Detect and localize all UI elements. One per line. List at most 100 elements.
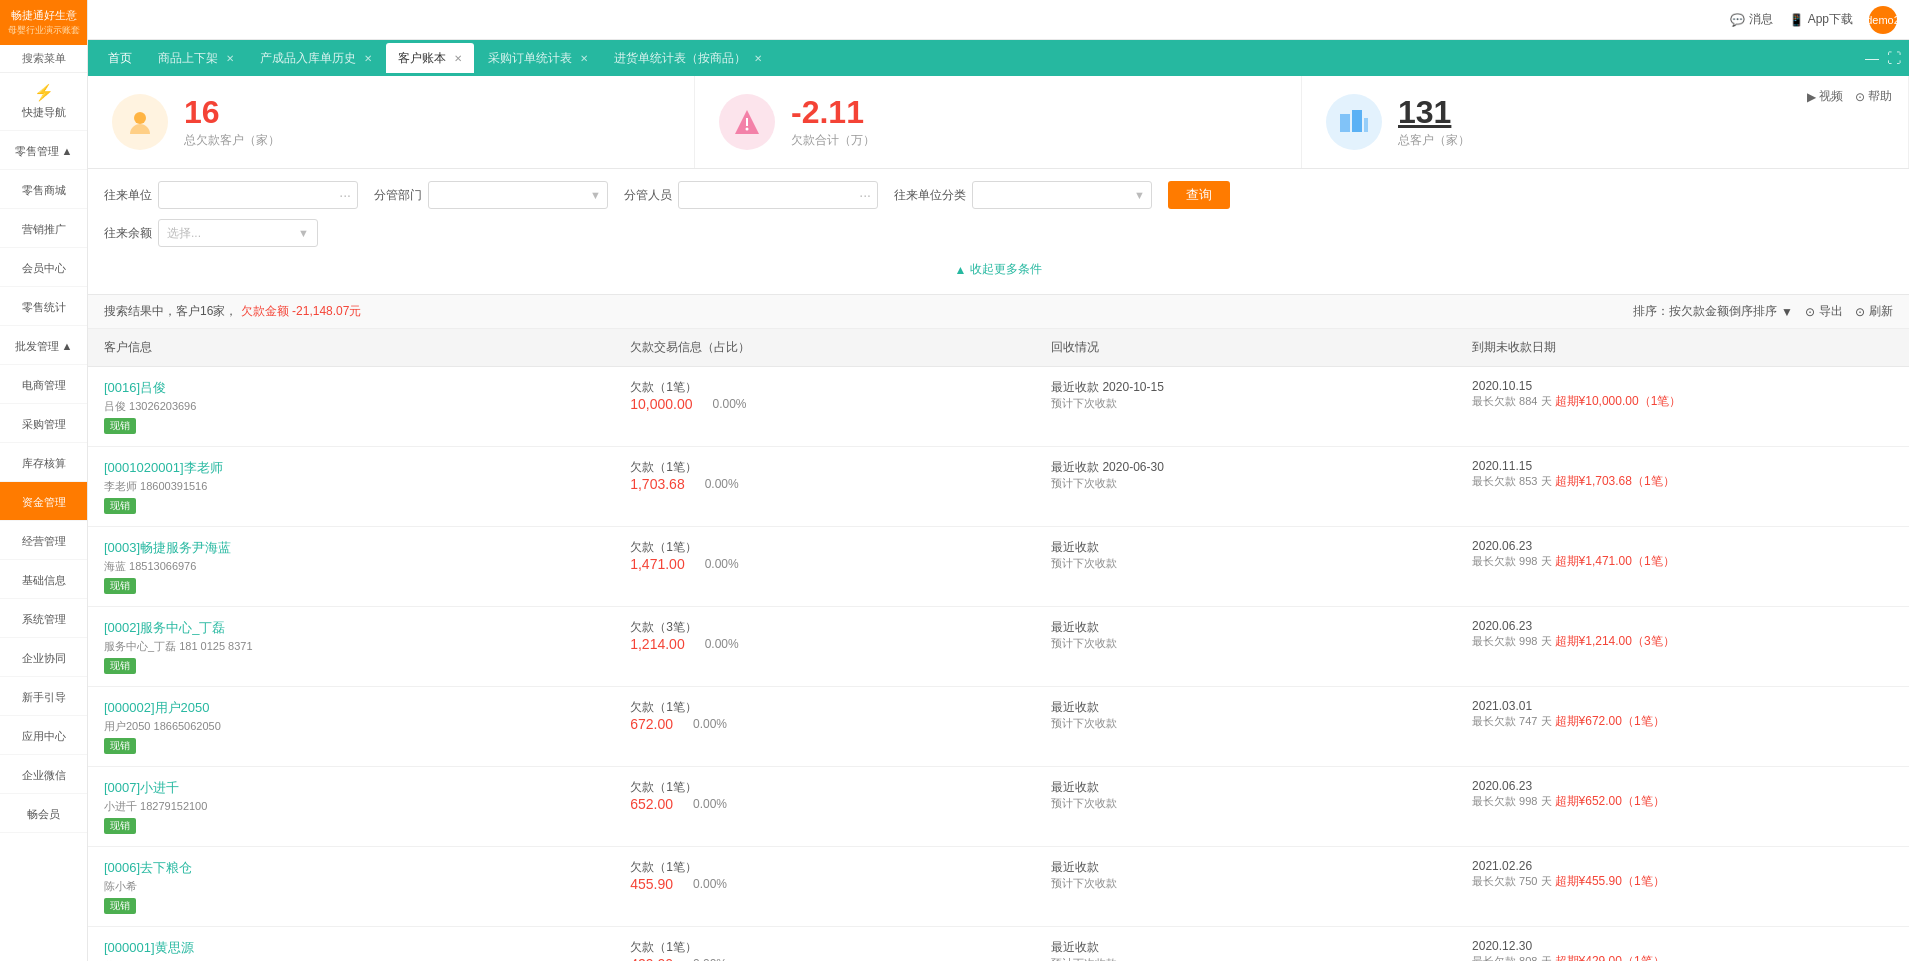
sidebar-item-ops[interactable]: 经营管理 [0,521,87,560]
overdue-link-3[interactable]: 超期¥1,471.00（1笔） [1555,554,1675,568]
overdue-link-4[interactable]: 超期¥1,214.00（3笔） [1555,634,1675,648]
recovery-date-5: 最近收款 [1051,699,1472,716]
debt-customers-value: 16 [184,96,280,128]
manager-input[interactable] [685,188,859,202]
results-bar: 搜索结果中，客户16家， 欠款金额 -21,148.07元 排序：按欠款金额倒序… [88,295,1909,329]
table-row: [000001]黄思源 黄思源 13552700226 现销 欠款（1笔） 42… [88,927,1909,961]
refresh-icon: ⊙ [1855,305,1865,319]
message-btn[interactable]: 💬 消息 [1730,11,1773,28]
due-info-1: 2020.10.15 最长欠款 884 天 超期¥10,000.00（1笔） [1472,379,1893,434]
tab-close-purchase-order[interactable]: ✕ [580,53,588,64]
sidebar-item-inventory[interactable]: 库存核算 [0,443,87,482]
sidebar-item-member[interactable]: 会员中心 [0,248,87,287]
tab-customer-account[interactable]: 客户账本 ✕ [386,43,474,73]
sidebar-item-purchase[interactable]: 采购管理 [0,404,87,443]
sidebar-item-batch-mgmt[interactable]: 批发管理 ▲ [0,326,87,365]
message-label: 消息 [1749,11,1773,28]
tab-home[interactable]: 首页 [96,43,144,73]
debt-cell-1: 10,000.00 0.00% [630,396,1051,412]
help-btn[interactable]: ⊙ 帮助 [1855,88,1892,105]
debt-cell-3: 1,471.00 0.00% [630,556,1051,572]
due-date-2: 2020.11.15 [1472,459,1893,473]
sidebar-item-newguide[interactable]: 新手引导 [0,677,87,716]
avatar[interactable]: demo2 [1869,6,1897,34]
sidebar-item-enterprise[interactable]: 企业协同 [0,638,87,677]
total-customers-label: 总客户（家） [1398,132,1470,149]
debt-percent-1: 0.00% [712,397,746,411]
debt-count-5: 欠款（1笔） [630,699,1051,716]
customer-id-5[interactable]: [000002]用户2050 [104,700,210,715]
manager-dots[interactable]: ··· [859,187,871,203]
recovery-info-7: 最近收款 预计下次收款 [1051,859,1472,914]
tab-close-customer-account[interactable]: ✕ [454,53,462,64]
customer-id-8[interactable]: [000001]黄思源 [104,940,194,955]
recovery-info-1: 最近收款 2020-10-15 预计下次收款 [1051,379,1472,434]
total-customers-text: 131 总客户（家） [1398,96,1470,149]
tab-maximize-btn[interactable]: ⛶ [1887,50,1901,66]
overdue-link-1[interactable]: 超期¥10,000.00（1笔） [1555,394,1682,408]
tab-produce-history[interactable]: 产成品入库单历史 ✕ [248,43,384,73]
customer-sub-7: 陈小希 [104,879,630,894]
manager-label: 分管人员 [624,187,672,204]
overdue-link-5[interactable]: 超期¥672.00（1笔） [1555,714,1665,728]
debt-info-3: 欠款（1笔） 1,471.00 0.00% [630,539,1051,594]
sidebar-item-ecommerce[interactable]: 电商管理 [0,365,87,404]
stats-row: 16 总欠款客户（家） -2.11 欠款合计（万） 131 [88,76,1909,169]
debt-amount-4: 1,214.00 [630,636,685,652]
overdue-days-8: 最长欠款 808 天 [1472,955,1555,961]
collapse-btn[interactable]: ▲ 收起更多条件 [104,257,1893,282]
customer-id-6[interactable]: [0007]小进千 [104,780,179,795]
sidebar-item-capital[interactable]: 资金管理 [0,482,87,521]
export-btn[interactable]: ⊙ 导出 [1805,303,1843,320]
overdue-link-6[interactable]: 超期¥652.00（1笔） [1555,794,1665,808]
sidebar-item-marketing[interactable]: 营销推广 [0,209,87,248]
sidebar-item-quick-nav[interactable]: ⚡ 快捷导航 [0,73,87,131]
filter-manager: 分管人员 ··· [624,181,878,209]
sidebar-item-appcenter[interactable]: 应用中心 [0,716,87,755]
customer-id-2[interactable]: [0001020001]李老师 [104,460,223,475]
overdue-link-2[interactable]: 超期¥1,703.68（1笔） [1555,474,1675,488]
customer-id-7[interactable]: [0006]去下粮仓 [104,860,192,875]
sidebar-item-vip[interactable]: 畅会员 [0,794,87,833]
balance-label: 往来余额 [104,225,152,242]
customer-tag-7: 现销 [104,898,136,914]
debt-amount-icon [719,94,775,150]
sidebar-item-retail-mall[interactable]: 零售商城 [0,170,87,209]
due-info-2: 2020.11.15 最长欠款 853 天 超期¥1,703.68（1笔） [1472,459,1893,514]
table-header: 客户信息 欠款交易信息（占比） 回收情况 到期未收款日期 [88,329,1909,367]
customer-id-3[interactable]: [0003]畅捷服务尹海蓝 [104,540,231,555]
source-unit-dots[interactable]: ··· [339,187,351,203]
debt-count-8: 欠款（1笔） [630,939,1051,956]
customer-tag-5: 现销 [104,738,136,754]
search-button[interactable]: 查询 [1168,181,1230,209]
customer-id-1[interactable]: [0016]吕俊 [104,380,166,395]
tab-incoming-stats[interactable]: 进货单统计表（按商品） ✕ [602,43,774,73]
recovery-date-2: 最近收款 2020-06-30 [1051,459,1472,476]
tab-close-product-off[interactable]: ✕ [226,53,234,64]
debt-count-6: 欠款（1笔） [630,779,1051,796]
tab-product-off[interactable]: 商品上下架 ✕ [146,43,246,73]
due-date-6: 2020.06.23 [1472,779,1893,793]
overdue-link-8[interactable]: 超期¥429.00（1笔） [1555,954,1665,961]
search-menu[interactable]: 搜索菜单 [0,45,87,73]
sidebar-item-wechat[interactable]: 企业微信 [0,755,87,794]
customer-tag-2: 现销 [104,498,136,514]
sidebar-item-retail-mgmt[interactable]: 零售管理 ▲ [0,131,87,170]
tab-close-incoming-stats[interactable]: ✕ [754,53,762,64]
customer-id-4[interactable]: [0002]服务中心_丁磊 [104,620,225,635]
data-table: 客户信息 欠款交易信息（占比） 回收情况 到期未收款日期 [0016]吕俊 吕俊… [88,329,1909,961]
filter-area: 往来单位 ··· 分管部门 ▼ 分管人员 [88,169,1909,295]
refresh-btn[interactable]: ⊙ 刷新 [1855,303,1893,320]
sidebar-item-retail-stats[interactable]: 零售统计 [0,287,87,326]
table-row: [0006]去下粮仓 陈小希 现销 欠款（1笔） 455.90 0.00% 最近… [88,847,1909,927]
tab-close-produce-history[interactable]: ✕ [364,53,372,64]
sort-selector[interactable]: 排序：按欠款金额倒序排序 ▼ [1633,303,1793,320]
view-btn[interactable]: ▶ 视频 [1807,88,1843,105]
overdue-link-7[interactable]: 超期¥455.90（1笔） [1555,874,1665,888]
source-unit-input[interactable] [165,188,339,202]
sidebar-item-basic-info[interactable]: 基础信息 [0,560,87,599]
tab-minimize-btn[interactable]: — [1865,50,1879,66]
tab-purchase-order[interactable]: 采购订单统计表 ✕ [476,43,600,73]
app-download-btn[interactable]: 📱 App下载 [1789,11,1853,28]
sidebar-item-sys[interactable]: 系统管理 [0,599,87,638]
